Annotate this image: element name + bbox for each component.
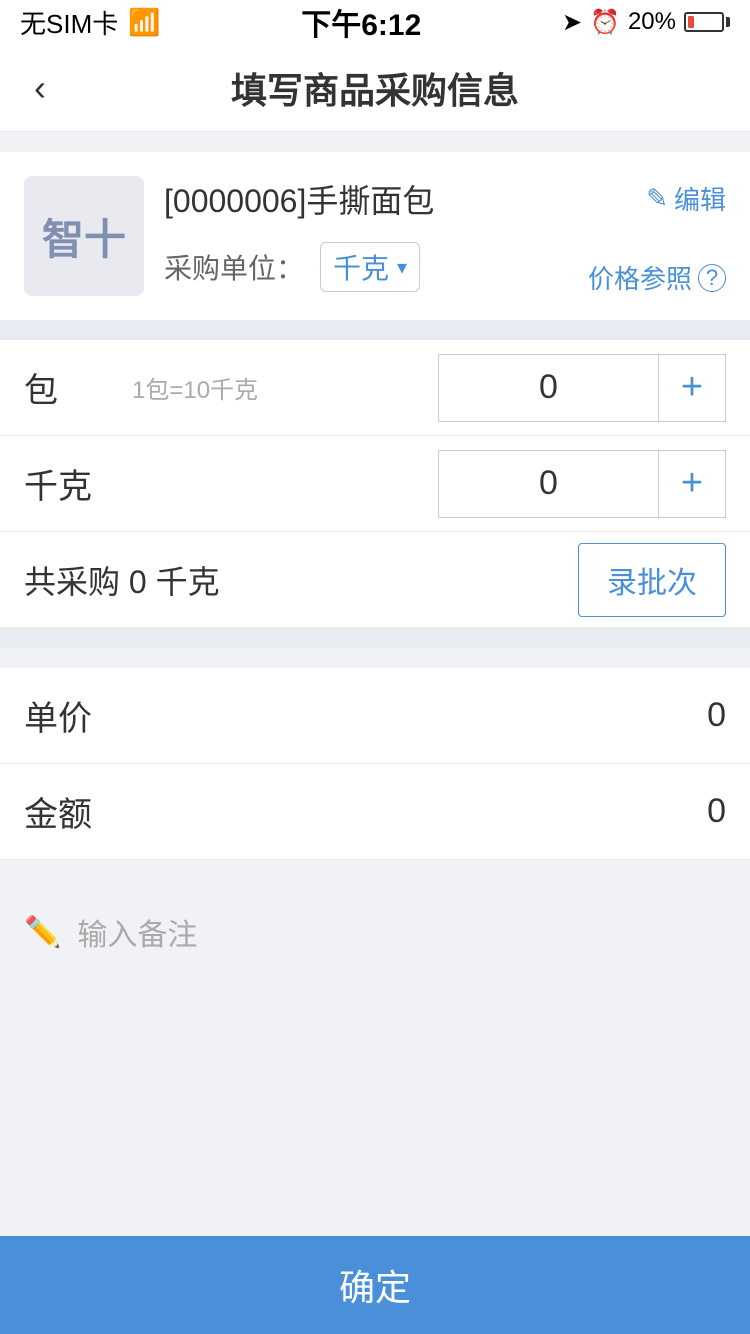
status-bar: 无SIM卡 📶 下午6:12 ➤ ⏰ 20%	[0, 0, 750, 44]
total-row: 共采购 0 千克 录批次	[0, 532, 750, 628]
unit-price-value: 0	[707, 696, 726, 735]
status-left: 无SIM卡 📶	[20, 4, 161, 41]
back-button[interactable]: ‹	[24, 57, 56, 119]
confirm-button[interactable]: 确定	[339, 1259, 411, 1311]
status-time: 下午6:12	[301, 0, 421, 44]
pencil-icon: ✏️	[24, 915, 61, 950]
location-icon: ➤	[562, 8, 582, 37]
notes-section[interactable]: ✏️ 输入备注	[0, 880, 750, 1280]
price-ref-label: 价格参照	[588, 259, 692, 296]
carrier-text: 无SIM卡	[20, 4, 118, 41]
kg-row: 千克 +	[0, 436, 750, 532]
amount-row: 金额 0	[0, 764, 750, 860]
product-name: [0000006]手撕面包	[164, 176, 726, 222]
section-divider-2	[0, 628, 750, 648]
alarm-icon: ⏰	[590, 8, 620, 37]
notes-placeholder-row: ✏️ 输入备注	[24, 910, 726, 954]
wifi-icon: 📶	[128, 7, 160, 38]
price-ref-button[interactable]: 价格参照 ?	[588, 259, 726, 296]
bao-label: 包	[24, 363, 124, 412]
record-batch-button[interactable]: 录批次	[578, 543, 726, 617]
bao-row: 包 1包=10千克 +	[0, 340, 750, 436]
amount-value: 0	[707, 792, 726, 831]
bao-controls: +	[438, 354, 726, 422]
kg-plus-button[interactable]: +	[658, 450, 726, 518]
amount-label: 金额	[24, 787, 707, 836]
kg-controls: +	[438, 450, 726, 518]
price-section: 单价 0 金额 0	[0, 668, 750, 860]
bao-sublabel: 1包=10千克	[132, 370, 438, 405]
notes-placeholder-text: 输入备注	[77, 910, 197, 954]
confirm-bar[interactable]: 确定	[0, 1236, 750, 1334]
edit-icon: ✎	[646, 183, 668, 214]
total-label: 共采购 0 千克	[24, 557, 578, 603]
page-title: 填写商品采购信息	[231, 62, 519, 114]
bao-plus-button[interactable]: +	[658, 354, 726, 422]
help-icon: ?	[698, 264, 726, 292]
unit-price-label: 单价	[24, 691, 707, 740]
unit-select[interactable]: 千克 ▾	[320, 242, 420, 292]
product-thumbnail: 智十	[24, 176, 144, 296]
status-right: ➤ ⏰ 20%	[562, 8, 730, 37]
product-logo: 智十	[42, 206, 126, 267]
kg-input[interactable]	[438, 450, 658, 518]
quantity-section: 包 1包=10千克 + 千克 + 共采购 0 千克 录批次	[0, 340, 750, 628]
chevron-down-icon: ▾	[397, 255, 407, 280]
kg-label: 千克	[24, 459, 124, 508]
product-card: 智十 [0000006]手撕面包 采购单位： 千克 ▾ ✎ 编辑 价格参照 ?	[0, 152, 750, 320]
bao-input[interactable]	[438, 354, 658, 422]
nav-bar: ‹ 填写商品采购信息	[0, 44, 750, 132]
unit-price-row: 单价 0	[0, 668, 750, 764]
unit-label: 采购单位：	[164, 247, 304, 287]
battery-icon	[684, 12, 730, 32]
battery-percent: 20%	[628, 8, 676, 36]
section-divider-1	[0, 320, 750, 340]
edit-button[interactable]: ✎ 编辑	[646, 180, 726, 217]
unit-value: 千克	[333, 247, 389, 287]
